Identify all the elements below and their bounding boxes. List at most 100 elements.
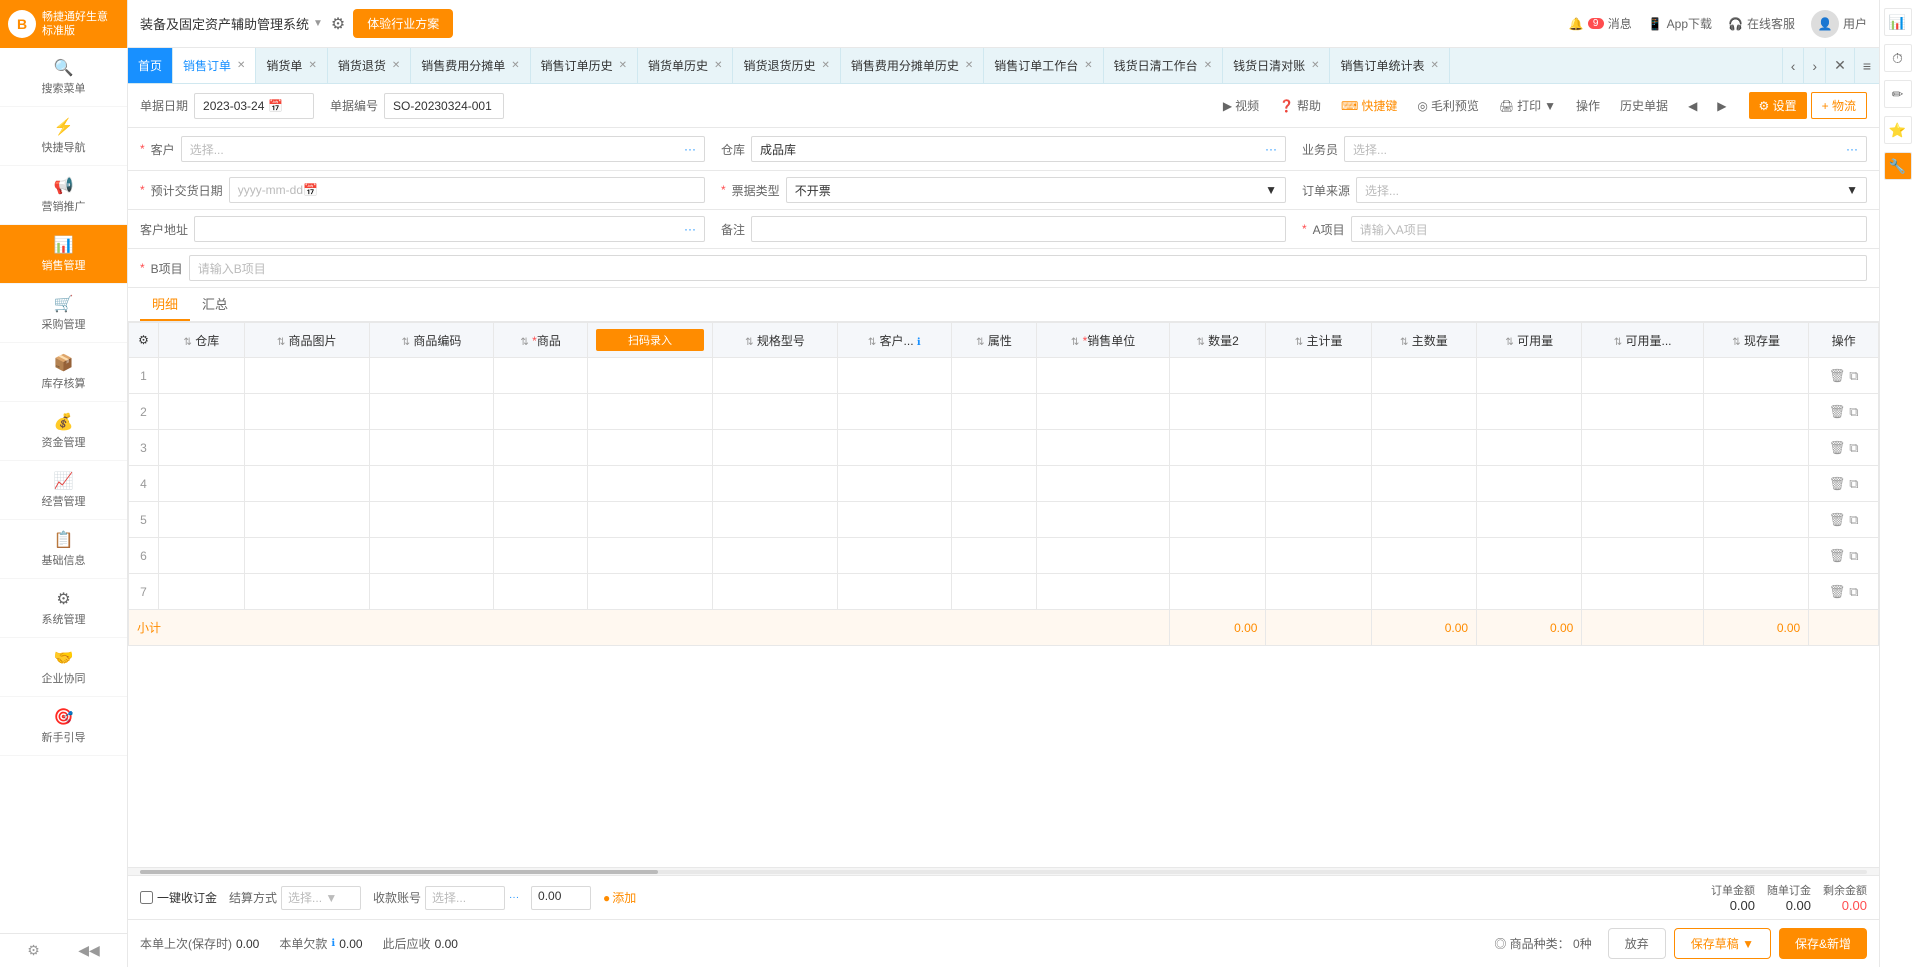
row-warehouse[interactable]: [159, 394, 245, 430]
row-qty2[interactable]: [1169, 394, 1266, 430]
row-main-qty[interactable]: [1371, 394, 1476, 430]
tab-close-icon-5[interactable]: ✕: [619, 60, 627, 71]
row-customer-code[interactable]: [837, 358, 951, 394]
sidebar-item-10[interactable]: 🤝 企业协同: [0, 638, 127, 697]
tab-close-icon-6[interactable]: ✕: [714, 60, 722, 71]
address-input[interactable]: ···: [194, 216, 705, 242]
tab-close-icon-7[interactable]: ✕: [821, 60, 829, 71]
right-panel-btn-4[interactable]: ⭐: [1884, 116, 1912, 144]
row-delete-btn[interactable]: 🗑: [1829, 548, 1846, 564]
nav-prev-btn[interactable]: ◀: [1682, 97, 1703, 115]
row-customer-code[interactable]: [837, 466, 951, 502]
online-service-action[interactable]: 🎧 在线客服: [1728, 15, 1795, 32]
user-action[interactable]: 👤 用户: [1811, 10, 1867, 38]
row-delete-btn[interactable]: 🗑: [1829, 476, 1846, 492]
profit-preview-btn[interactable]: ◎ 毛利预览: [1411, 95, 1485, 116]
history-btn[interactable]: 历史单据: [1614, 95, 1674, 116]
sidebar-item-5[interactable]: 📦 库存核算: [0, 343, 127, 402]
row-delete-btn[interactable]: 🗑: [1829, 584, 1846, 600]
account-select[interactable]: 选择...: [425, 886, 505, 910]
row-customer-code[interactable]: [837, 574, 951, 610]
right-panel-btn-1[interactable]: 📊: [1884, 8, 1912, 36]
row-copy-btn[interactable]: ⧉: [1849, 548, 1858, 564]
tab-close-icon-10[interactable]: ✕: [1204, 60, 1212, 71]
row-unit[interactable]: [1037, 502, 1169, 538]
row-copy-btn[interactable]: ⧉: [1849, 404, 1858, 420]
row-copy-btn[interactable]: ⧉: [1849, 584, 1858, 600]
row-unit[interactable]: [1037, 430, 1169, 466]
row-unit[interactable]: [1037, 394, 1169, 430]
row-product[interactable]: [494, 502, 587, 538]
row-product[interactable]: [494, 466, 587, 502]
row-attribute[interactable]: [951, 502, 1037, 538]
row-spec[interactable]: [713, 358, 838, 394]
settings-bottom-icon[interactable]: ⚙: [27, 942, 40, 959]
row-spec[interactable]: [713, 538, 838, 574]
customer-input[interactable]: 选择... ···: [181, 136, 705, 162]
sidebar-item-8[interactable]: 📋 基础信息: [0, 520, 127, 579]
collapse-icon[interactable]: ◀◀: [78, 942, 100, 959]
row-delete-btn[interactable]: 🗑: [1829, 512, 1846, 528]
save-draft-button[interactable]: 保存草稿 ▼: [1674, 928, 1771, 959]
row-customer-code[interactable]: [837, 394, 951, 430]
salesperson-input[interactable]: 选择... ···: [1344, 136, 1867, 162]
app-download-action[interactable]: 📱 App下载: [1648, 15, 1712, 32]
row-customer-code[interactable]: [837, 538, 951, 574]
row-customer-code[interactable]: [837, 502, 951, 538]
row-qty2[interactable]: [1169, 466, 1266, 502]
tab-item-2[interactable]: 销货单✕: [256, 48, 327, 84]
tab-detail[interactable]: 明细: [140, 288, 190, 321]
row-attribute[interactable]: [951, 394, 1037, 430]
row-main-qty[interactable]: [1371, 574, 1476, 610]
sidebar-item-9[interactable]: ⚙ 系统管理: [0, 579, 127, 638]
row-unit[interactable]: [1037, 466, 1169, 502]
row-product[interactable]: [494, 394, 587, 430]
row-product-code[interactable]: [369, 538, 494, 574]
row-product[interactable]: [494, 538, 587, 574]
sidebar-item-1[interactable]: ⚡ 快捷导航: [0, 107, 127, 166]
tab-next-button[interactable]: ›: [1803, 48, 1825, 84]
tab-item-4[interactable]: 销售费用分摊单✕: [411, 48, 530, 84]
row-unit[interactable]: [1037, 358, 1169, 394]
row-warehouse[interactable]: [159, 358, 245, 394]
date-input[interactable]: 2023-03-24 📅: [194, 93, 314, 119]
tab-item-8[interactable]: 销售费用分摊单历史✕: [841, 48, 984, 84]
tab-item-12[interactable]: 销售订单统计表✕: [1330, 48, 1449, 84]
payment-method-select[interactable]: 选择... ▼: [281, 886, 361, 910]
row-attribute[interactable]: [951, 358, 1037, 394]
tab-item-3[interactable]: 销货退货✕: [328, 48, 411, 84]
tab-close-icon-4[interactable]: ✕: [511, 60, 519, 71]
row-attribute[interactable]: [951, 466, 1037, 502]
messages-action[interactable]: 🔔 9 消息: [1569, 15, 1632, 32]
tab-item-10[interactable]: 钱货日清工作台✕: [1104, 48, 1223, 84]
row-qty2[interactable]: [1169, 430, 1266, 466]
sidebar-item-3[interactable]: 📊 销售管理: [0, 225, 127, 284]
row-main-qty[interactable]: [1371, 502, 1476, 538]
row-main-qty[interactable]: [1371, 538, 1476, 574]
shortcut-btn[interactable]: ⌨ 快捷键: [1335, 95, 1403, 116]
row-spec[interactable]: [713, 430, 838, 466]
nav-next-btn[interactable]: ▶: [1711, 97, 1732, 115]
row-delete-btn[interactable]: 🗑: [1829, 404, 1846, 420]
row-copy-btn[interactable]: ⧉: [1849, 368, 1858, 384]
row-qty2[interactable]: [1169, 538, 1266, 574]
sidebar-item-6[interactable]: 💰 资金管理: [0, 402, 127, 461]
scroll-thumb[interactable]: [140, 870, 658, 874]
row-spec[interactable]: [713, 466, 838, 502]
tab-close-icon-9[interactable]: ✕: [1084, 60, 1092, 71]
delivery-input[interactable]: yyyy-mm-dd 📅: [229, 177, 705, 203]
trial-button[interactable]: 体验行业方案: [353, 9, 453, 38]
invoice-select[interactable]: 不开票 ▼: [786, 177, 1286, 203]
note-input[interactable]: [751, 216, 1286, 242]
row-copy-btn[interactable]: ⧉: [1849, 476, 1858, 492]
order-source-select[interactable]: 选择... ▼: [1356, 177, 1867, 203]
row-main-qty[interactable]: [1371, 430, 1476, 466]
tab-summary[interactable]: 汇总: [190, 288, 240, 321]
row-product[interactable]: [494, 430, 587, 466]
row-product[interactable]: [494, 358, 587, 394]
order-no-input[interactable]: SO-20230324-001: [384, 93, 504, 119]
row-main-qty[interactable]: [1371, 466, 1476, 502]
tab-item-1[interactable]: 销售订单✕: [173, 48, 256, 84]
tab-item-6[interactable]: 销货单历史✕: [638, 48, 733, 84]
row-unit[interactable]: [1037, 574, 1169, 610]
